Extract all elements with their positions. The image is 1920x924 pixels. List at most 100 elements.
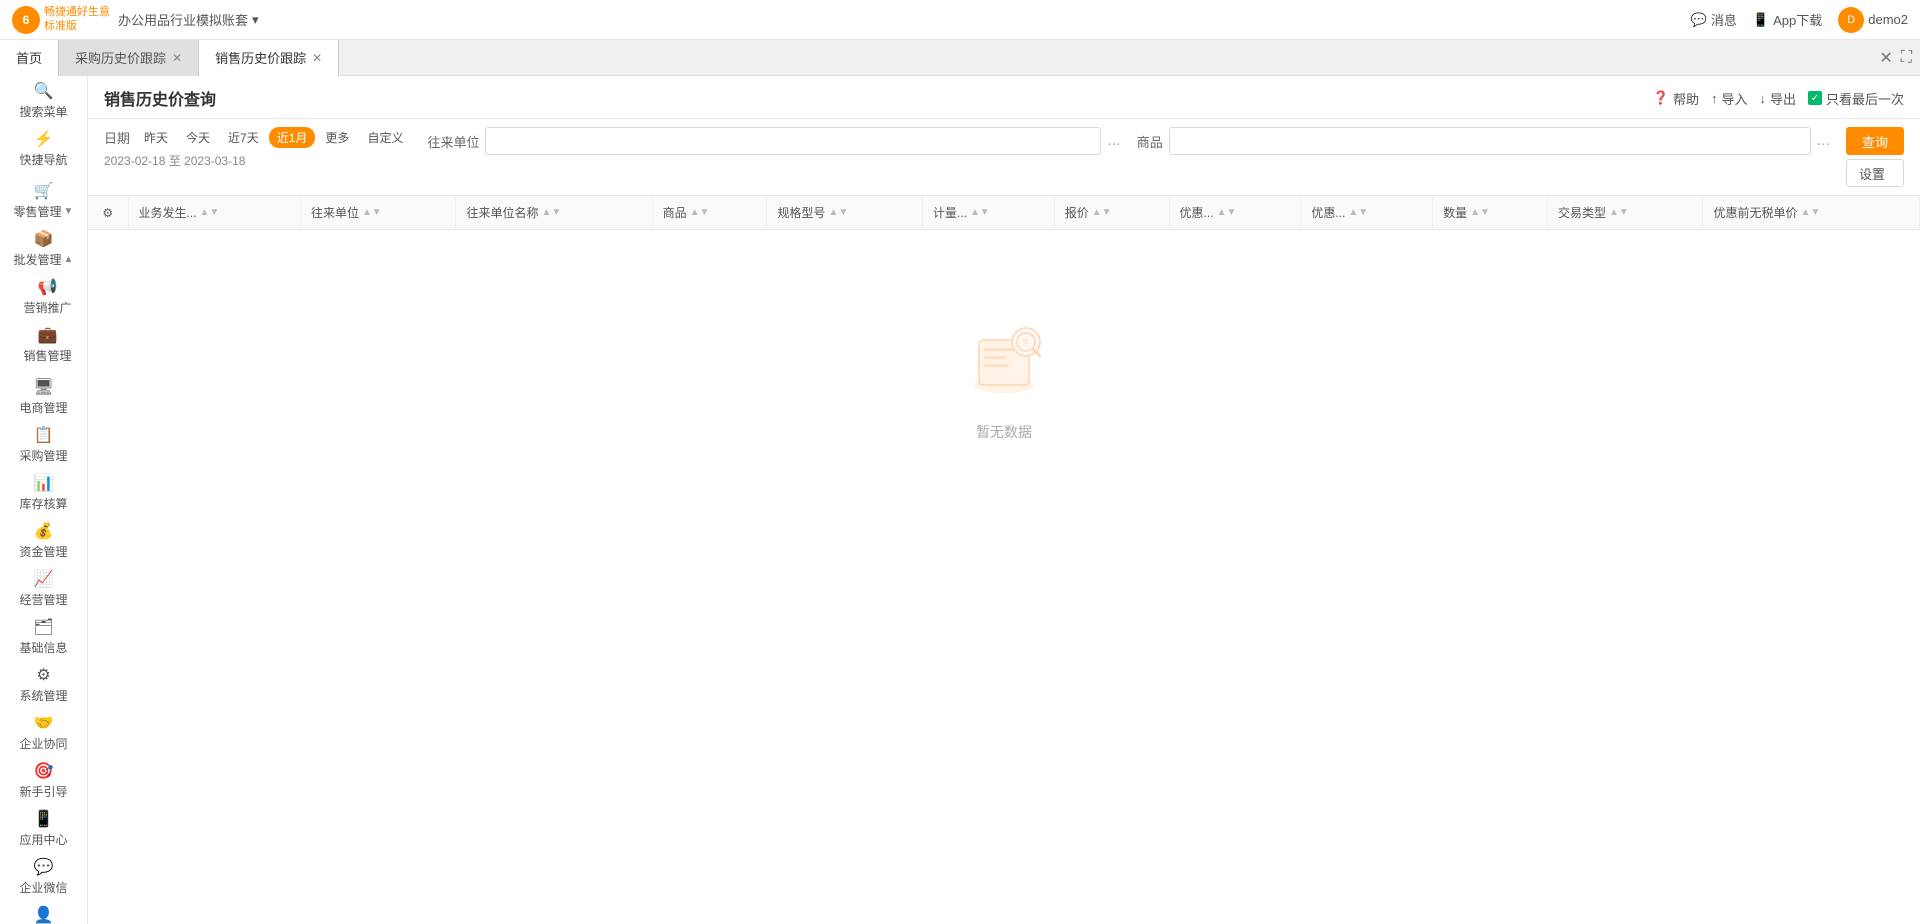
- sidebar-item-inventory[interactable]: 📊 库存核算: [0, 468, 87, 516]
- sidebar-item-enterprise-collab[interactable]: 🤝 企业协同: [0, 708, 87, 756]
- checkbox-icon: ✓: [1808, 91, 1822, 105]
- date-btn-yesterday[interactable]: 昨天: [136, 127, 176, 148]
- col-pretax-price[interactable]: 优惠前无税单价 ▲▼: [1703, 196, 1920, 230]
- sidebar-item-operations[interactable]: 📈 经营管理: [0, 564, 87, 612]
- guide-icon: 🎯: [34, 761, 54, 781]
- wholesale-icon: 📦: [34, 229, 54, 249]
- sidebar-item-wholesale[interactable]: 📦 批发管理 ▲: [0, 224, 87, 272]
- tab-sales-history[interactable]: 销售历史价跟踪 ✕: [199, 40, 339, 76]
- settings-icon: ⚙: [102, 206, 113, 220]
- inventory-icon: 📊: [34, 473, 54, 493]
- only-last-checkbox[interactable]: ✓ 只看最后一次: [1808, 89, 1904, 108]
- tab-home[interactable]: 首页: [0, 40, 59, 76]
- tab-bar: 首页 采购历史价跟踪 ✕ 销售历史价跟踪 ✕ ✕ ⛶: [0, 40, 1920, 76]
- col-product[interactable]: 商品 ▲▼: [652, 196, 767, 230]
- product-label: 商品: [1137, 132, 1163, 151]
- fullscreen-btn[interactable]: ⛶: [1901, 49, 1912, 67]
- help-icon: ❓: [1653, 90, 1669, 106]
- page-header: 销售历史价查询 ❓ 帮助 ↑ 导入 ↓ 导出 ✓ 只看最后一次: [88, 76, 1920, 119]
- sidebar-item-marketing[interactable]: 📢 营销推广: [0, 272, 87, 320]
- filter-bar: 日期 昨天 今天 近7天 近1月 更多 自定义 2023-02-18 至 202…: [88, 119, 1920, 196]
- tab-purchase-history[interactable]: 采购历史价跟踪 ✕: [59, 40, 199, 76]
- wechat-icon: 💬: [34, 857, 54, 877]
- operations-icon: 📈: [34, 569, 54, 589]
- svg-text:?: ?: [1022, 338, 1028, 349]
- date-btn-custom[interactable]: 自定义: [359, 127, 411, 148]
- query-button[interactable]: 查询: [1846, 127, 1904, 155]
- date-btn-1month[interactable]: 近1月: [269, 127, 316, 148]
- sidebar-item-basic-info[interactable]: 🗂 基础信息: [0, 612, 87, 660]
- chevron-up-icon: ▲: [64, 254, 74, 265]
- finance-icon: 💰: [34, 521, 54, 541]
- product-input[interactable]: [1169, 127, 1811, 155]
- col-trade-type[interactable]: 交易类型 ▲▼: [1547, 196, 1703, 230]
- sidebar: 🔍 搜索菜单 ⚡ 快捷导航 🛒 零售管理 ▼ 📦 批发管理 ▲ 📢 营销推广: [0, 76, 88, 924]
- empty-text: 暂无数据: [976, 422, 1032, 442]
- sidebar-item-purchase[interactable]: 📋 采购管理: [0, 420, 87, 468]
- sidebar-item-enterprise-wechat[interactable]: 💬 企业微信: [0, 852, 87, 900]
- from-unit-label: 往来单位: [427, 132, 479, 151]
- app-download-btn[interactable]: 📱 App下载: [1753, 10, 1822, 29]
- col-spec[interactable]: 规格型号 ▲▼: [767, 196, 923, 230]
- date-btn-7days[interactable]: 近7天: [220, 127, 267, 148]
- col-quoted-price[interactable]: 报价 ▲▼: [1054, 196, 1169, 230]
- avatar: D: [1838, 7, 1864, 33]
- product-picker-icon[interactable]: ...: [1817, 132, 1830, 150]
- sort-icon: ▲▼: [1092, 208, 1112, 218]
- col-biz-date[interactable]: 业务发生... ▲▼: [128, 196, 300, 230]
- sidebar-item-search-menu[interactable]: 🔍 搜索菜单: [0, 76, 87, 124]
- purchase-icon: 📋: [34, 425, 54, 445]
- col-quantity[interactable]: 数量 ▲▼: [1433, 196, 1548, 230]
- tab-sales-close-icon[interactable]: ✕: [312, 51, 322, 65]
- sort-icon: ▲▼: [1609, 208, 1629, 218]
- sort-icon: ▲▼: [1800, 208, 1820, 218]
- help-btn[interactable]: ❓ 帮助: [1653, 89, 1699, 108]
- date-btn-today[interactable]: 今天: [178, 127, 218, 148]
- app-selector[interactable]: 办公用品行业模拟账套 ▾: [118, 10, 259, 29]
- logo-icon: 6: [12, 6, 40, 34]
- date-filter-buttons: 昨天 今天 近7天 近1月 更多 自定义: [136, 127, 411, 148]
- top-bar: 6 畅捷通好生意 标准版 办公用品行业模拟账套 ▾ 💬 消息 📱 App下载 D…: [0, 0, 1920, 40]
- sidebar-item-finance[interactable]: 💰 资金管理: [0, 516, 87, 564]
- marketing-icon: 📢: [38, 277, 58, 297]
- col-discount2[interactable]: 优惠... ▲▼: [1301, 196, 1433, 230]
- top-bar-right: 💬 消息 📱 App下载 D demo2: [1691, 7, 1908, 33]
- col-discount1[interactable]: 优惠... ▲▼: [1169, 196, 1301, 230]
- sidebar-item-member[interactable]: 👤 畅会员: [0, 900, 87, 924]
- date-btn-more[interactable]: 更多: [317, 127, 357, 148]
- sidebar-item-sales-mgmt[interactable]: 💼 销售管理: [0, 320, 87, 368]
- user-profile[interactable]: D demo2: [1838, 7, 1908, 33]
- close-tab-btn[interactable]: ✕: [1879, 48, 1892, 68]
- export-btn[interactable]: ↓ 导出: [1759, 89, 1796, 108]
- import-btn[interactable]: ↑ 导入: [1711, 89, 1748, 108]
- sidebar-item-new-guide[interactable]: 🎯 新手引导: [0, 756, 87, 804]
- collab-icon: 🤝: [34, 713, 54, 733]
- sidebar-item-system[interactable]: ⚙ 系统管理: [0, 660, 87, 708]
- chevron-down-icon: ▾: [252, 12, 259, 28]
- from-unit-input[interactable]: [485, 127, 1101, 155]
- tab-actions: ✕ ⛶: [1871, 48, 1920, 68]
- download-icon: 📱: [1753, 12, 1769, 28]
- member-icon: 👤: [34, 905, 54, 924]
- date-label: 日期: [104, 128, 130, 147]
- message-btn[interactable]: 💬 消息: [1691, 10, 1737, 29]
- content-area: 销售历史价查询 ❓ 帮助 ↑ 导入 ↓ 导出 ✓ 只看最后一次: [88, 76, 1920, 924]
- col-unit[interactable]: 计量... ▲▼: [922, 196, 1054, 230]
- col-unit-name[interactable]: 往来单位名称 ▲▼: [456, 196, 652, 230]
- logo-text: 畅捷通好生意 标准版: [44, 6, 110, 32]
- settings-button[interactable]: 设置: [1846, 159, 1904, 187]
- col-unit-code[interactable]: 往来单位 ▲▼: [300, 196, 456, 230]
- from-unit-picker-icon[interactable]: ...: [1107, 132, 1120, 150]
- sort-icon: ▲▼: [541, 208, 561, 218]
- ecommerce-icon: 🖥: [33, 377, 53, 397]
- basic-info-icon: 🗂: [33, 617, 53, 637]
- date-range-display: 2023-02-18 至 2023-03-18: [104, 152, 411, 169]
- sidebar-item-quick-nav[interactable]: ⚡ 快捷导航: [0, 124, 87, 172]
- sidebar-item-ecommerce[interactable]: 🖥 电商管理: [0, 372, 87, 420]
- sort-icon: ▲▼: [1217, 208, 1237, 218]
- import-icon: ↑: [1711, 91, 1718, 106]
- col-settings[interactable]: ⚙: [88, 196, 128, 230]
- sidebar-item-retail[interactable]: 🛒 零售管理 ▼: [0, 176, 87, 224]
- tab-purchase-close-icon[interactable]: ✕: [172, 51, 182, 65]
- sidebar-item-app-center[interactable]: 📱 应用中心: [0, 804, 87, 852]
